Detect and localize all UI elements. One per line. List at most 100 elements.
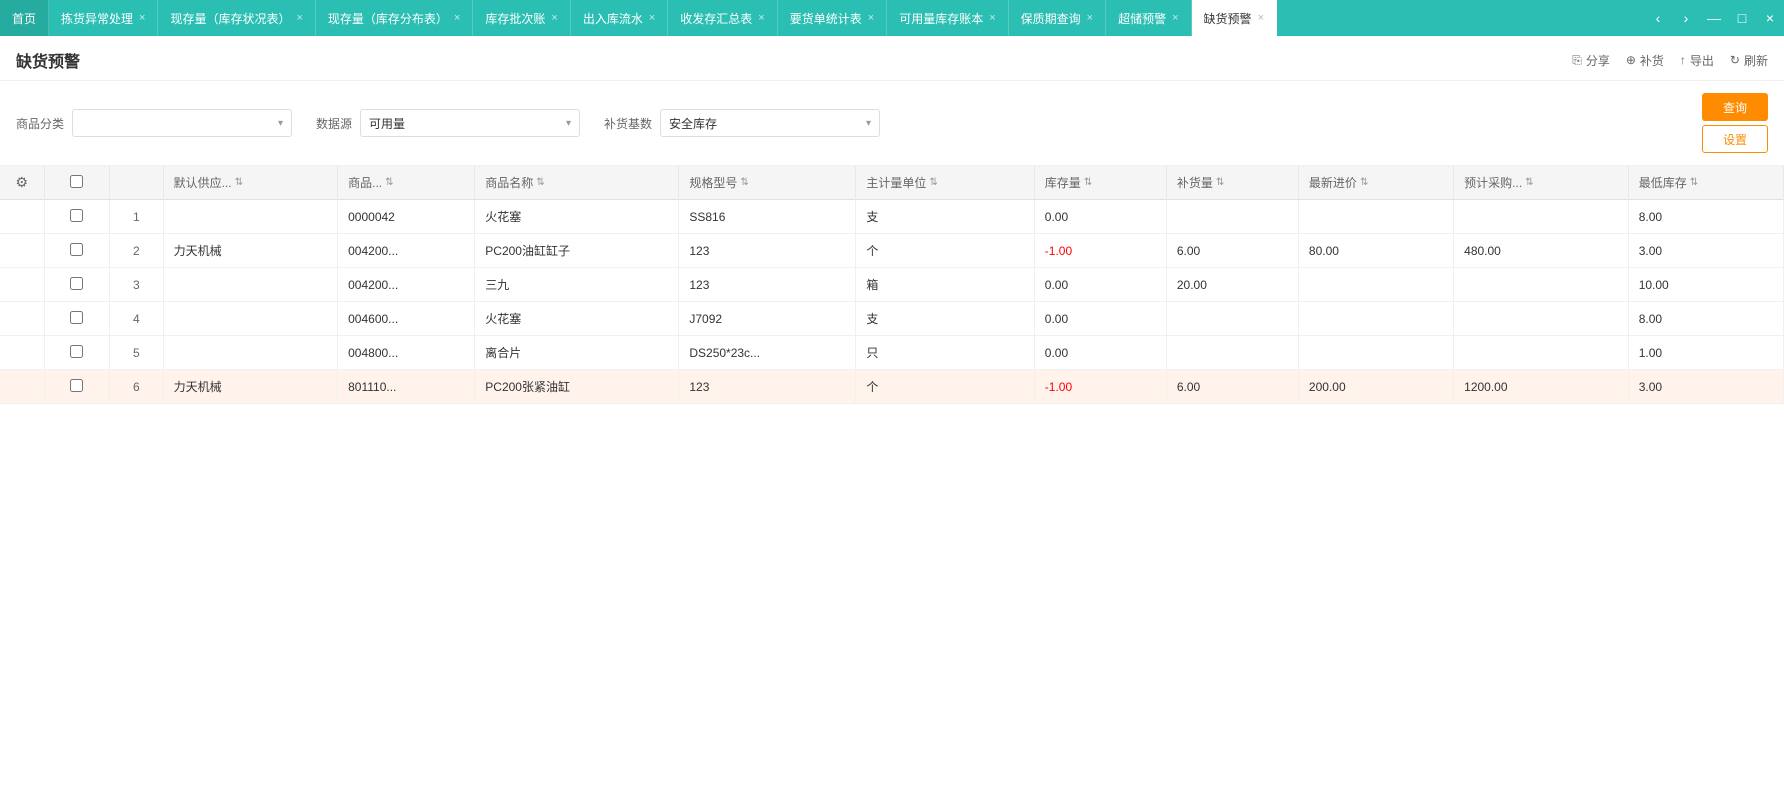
select-all-checkbox[interactable] — [70, 175, 83, 188]
row-est-purchase — [1454, 200, 1629, 234]
tab-demand-stats[interactable]: 要货单统计表 × — [778, 0, 887, 36]
tab-overstock[interactable]: 超储预警 × — [1106, 0, 1191, 36]
header-actions: ⎘ 分享 ⊕ 补货 ↑ 导出 ↻ 刷新 — [1572, 52, 1768, 69]
row-checkbox[interactable] — [70, 243, 83, 256]
replenish-base-select[interactable]: 安全库存 ▾ — [660, 109, 880, 137]
col-goods-code[interactable]: 商品... ⇅ — [338, 166, 475, 200]
sort-est-icon: ⇅ — [1525, 177, 1533, 188]
row-checkbox[interactable] — [70, 277, 83, 290]
sort-min-icon: ⇅ — [1690, 177, 1698, 188]
tab-close-expiry-query[interactable]: × — [1087, 12, 1093, 24]
tab-close-stock-dist[interactable]: × — [454, 12, 460, 24]
tab-stock-status[interactable]: 现存量（库存状况表） × — [158, 0, 315, 36]
row-goods-name: PC200油缸缸子 — [475, 234, 679, 268]
table-row: 3 004200... 三九 123 箱 0.00 20.00 10.00 — [0, 268, 1784, 302]
tab-close-stock-batch[interactable]: × — [551, 12, 557, 24]
sort-replenish-icon: ⇅ — [1216, 177, 1224, 188]
category-select[interactable]: ▾ — [72, 109, 292, 137]
datasource-select[interactable]: 可用量 ▾ — [360, 109, 580, 137]
tab-close-stock-status[interactable]: × — [296, 12, 302, 24]
tab-available-ledger[interactable]: 可用量库存账本 × — [887, 0, 1008, 36]
row-gear-cell — [0, 336, 44, 370]
tab-shortage[interactable]: 缺货预警 × — [1192, 0, 1277, 36]
tab-stock-batch[interactable]: 库存批次账 × — [473, 0, 570, 36]
query-button[interactable]: 查询 — [1702, 93, 1768, 121]
row-checkbox[interactable] — [70, 345, 83, 358]
share-button[interactable]: ⎘ 分享 — [1572, 52, 1610, 69]
sort-unit-icon: ⇅ — [929, 177, 937, 188]
col-checkbox — [44, 166, 110, 200]
row-stock-qty: 0.00 — [1034, 268, 1166, 302]
tab-refine-exception[interactable]: 拣货异常处理 × — [49, 0, 158, 36]
replenish-base-filter-group: 补货基数 安全库存 ▾ — [604, 109, 880, 137]
row-spec: 123 — [679, 268, 856, 302]
settings-gear-icon[interactable]: ⚙ — [15, 174, 28, 190]
tab-close-inout-flow[interactable]: × — [649, 12, 655, 24]
table-row: 5 004800... 离合片 DS250*23c... 只 0.00 1.00 — [0, 336, 1784, 370]
row-goods-name: 火花塞 — [475, 302, 679, 336]
row-gear-cell — [0, 302, 44, 336]
row-min-stock: 1.00 — [1628, 336, 1783, 370]
tab-close-demand-stats[interactable]: × — [868, 12, 874, 24]
tab-bar: 首页 拣货异常处理 × 现存量（库存状况表） × 现存量（库存分布表） × 库存… — [0, 0, 1784, 36]
tab-close-refine-exception[interactable]: × — [139, 12, 145, 24]
col-goods-name[interactable]: 商品名称 ⇅ — [475, 166, 679, 200]
col-gear: ⚙ — [0, 166, 44, 200]
tab-scroll-left[interactable]: ‹ — [1644, 0, 1672, 36]
row-latest-price — [1298, 200, 1453, 234]
table-body: 1 0000042 火花塞 SS816 支 0.00 8.00 2 力天机械 0… — [0, 200, 1784, 404]
window-minimize[interactable]: — — [1700, 0, 1728, 36]
row-est-purchase: 480.00 — [1454, 234, 1629, 268]
tab-inout-flow[interactable]: 出入库流水 × — [571, 0, 668, 36]
col-unit[interactable]: 主计量单位 ⇅ — [856, 166, 1034, 200]
col-min-stock[interactable]: 最低库存 ⇅ — [1628, 166, 1783, 200]
row-checkbox[interactable] — [70, 209, 83, 222]
col-est-purchase[interactable]: 预计采购... ⇅ — [1454, 166, 1629, 200]
col-replenish-qty[interactable]: 补货量 ⇅ — [1166, 166, 1298, 200]
row-num: 5 — [110, 336, 163, 370]
tab-close-available-ledger[interactable]: × — [989, 12, 995, 24]
col-latest-price[interactable]: 最新进价 ⇅ — [1298, 166, 1453, 200]
window-close[interactable]: × — [1756, 0, 1784, 36]
tab-expiry-query[interactable]: 保质期查询 × — [1009, 0, 1106, 36]
row-num: 4 — [110, 302, 163, 336]
row-unit: 只 — [856, 336, 1034, 370]
tab-close-recv-summary[interactable]: × — [758, 12, 764, 24]
export-button[interactable]: ↑ 导出 — [1680, 52, 1714, 69]
row-checkbox[interactable] — [70, 379, 83, 392]
tab-stock-dist[interactable]: 现存量（库存分布表） × — [316, 0, 473, 36]
replenish-button[interactable]: ⊕ 补货 — [1626, 52, 1664, 69]
row-goods-code: 0000042 — [338, 200, 475, 234]
row-unit: 个 — [856, 234, 1034, 268]
window-restore[interactable]: □ — [1728, 0, 1756, 36]
row-checkbox-cell — [44, 268, 110, 302]
sort-code-icon: ⇅ — [385, 177, 393, 188]
row-latest-price — [1298, 302, 1453, 336]
page-header: 缺货预警 ⎘ 分享 ⊕ 补货 ↑ 导出 ↻ 刷新 — [0, 36, 1784, 81]
page-title: 缺货预警 — [16, 48, 80, 72]
tab-home[interactable]: 首页 — [0, 0, 49, 36]
row-goods-name: 三九 — [475, 268, 679, 302]
col-default-supplier[interactable]: 默认供应... ⇅ — [163, 166, 338, 200]
datasource-dropdown-icon: ▾ — [566, 118, 571, 129]
row-unit: 支 — [856, 200, 1034, 234]
tab-close-shortage[interactable]: × — [1258, 12, 1264, 24]
share-icon: ⎘ — [1572, 53, 1582, 68]
row-min-stock: 8.00 — [1628, 200, 1783, 234]
col-spec[interactable]: 规格型号 ⇅ — [679, 166, 856, 200]
row-replenish-qty: 6.00 — [1166, 234, 1298, 268]
settings-button[interactable]: 设置 — [1702, 125, 1768, 153]
tab-close-overstock[interactable]: × — [1172, 12, 1178, 24]
row-checkbox[interactable] — [70, 311, 83, 324]
table-row: 2 力天机械 004200... PC200油缸缸子 123 个 -1.00 6… — [0, 234, 1784, 268]
col-stock-qty[interactable]: 库存量 ⇅ — [1034, 166, 1166, 200]
row-gear-cell — [0, 370, 44, 404]
data-table: ⚙ 默认供应... ⇅ 商品... — [0, 166, 1784, 404]
row-stock-qty: -1.00 — [1034, 234, 1166, 268]
tab-recv-summary[interactable]: 收发存汇总表 × — [668, 0, 777, 36]
tab-scroll-right[interactable]: › — [1672, 0, 1700, 36]
row-supplier — [163, 268, 338, 302]
refresh-button[interactable]: ↻ 刷新 — [1730, 52, 1768, 69]
row-min-stock: 10.00 — [1628, 268, 1783, 302]
row-spec: 123 — [679, 234, 856, 268]
